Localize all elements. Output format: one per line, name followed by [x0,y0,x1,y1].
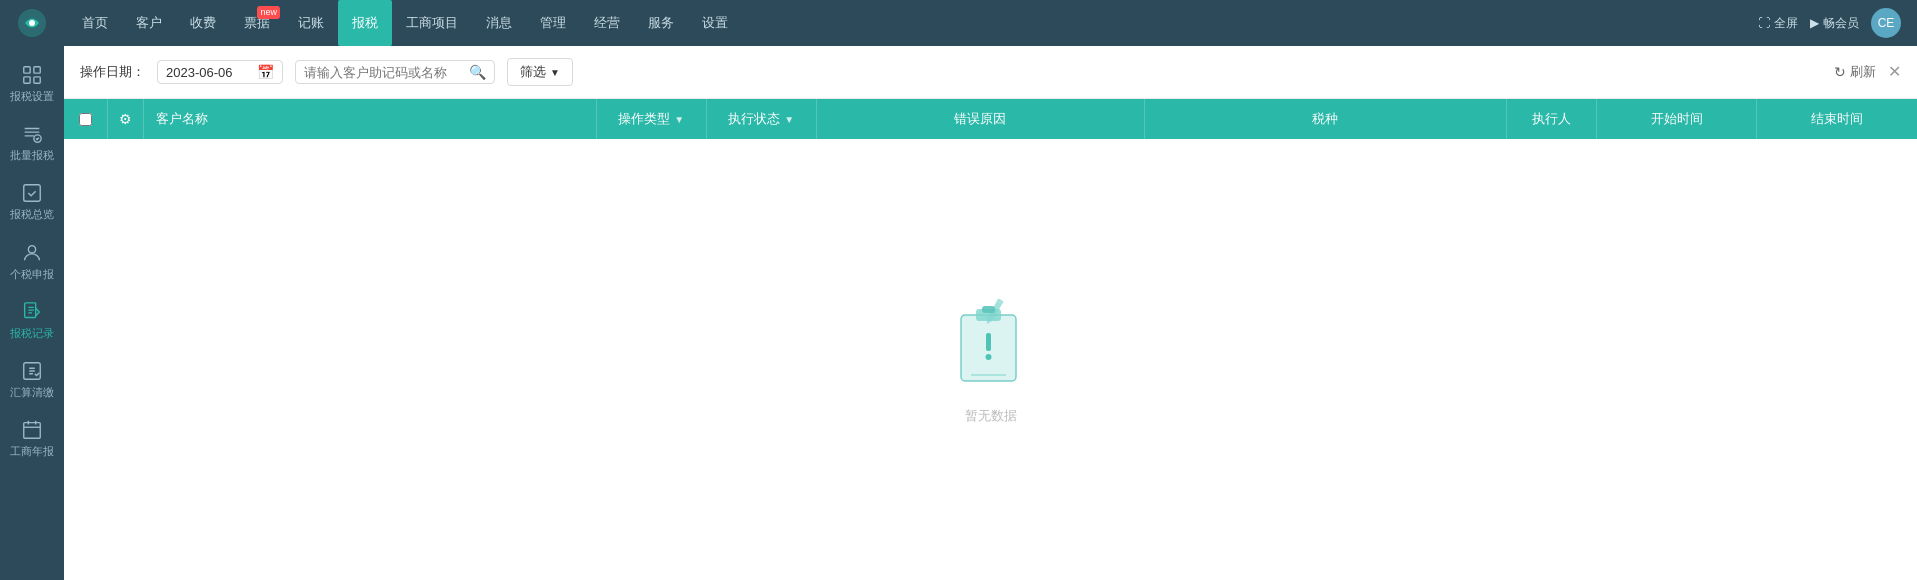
th-starttime: 开始时间 [1597,99,1757,139]
svg-rect-4 [24,77,30,83]
th-checkbox[interactable] [64,99,108,139]
th-gear[interactable]: ⚙ [108,99,144,139]
sidebar-item-baoshuishezhi[interactable]: 报税设置 [0,54,64,113]
th-client: 客户名称 [144,99,597,139]
nav-business[interactable]: 工商项目 [392,0,472,46]
gear-icon: ⚙ [119,111,132,127]
avatar[interactable]: CE [1871,8,1901,38]
fullscreen-icon: ⛶ [1758,16,1770,30]
nav-right: ⛶ 全屏 ▶ 畅会员 CE [1758,8,1901,38]
sort-icon-status: ▼ [784,114,794,125]
svg-rect-5 [34,77,40,83]
table-body: 暂无数据 [64,139,1917,580]
close-button[interactable]: ✕ [1888,64,1901,80]
filter-button[interactable]: 筛选 ▼ [507,58,573,86]
nav-settings[interactable]: 设置 [688,0,742,46]
new-badge: new [257,6,280,19]
sidebar: 报税设置 批量报税 报税总览 个税申报 [0,46,64,580]
sidebar-item-geshuishenbao[interactable]: 个税申报 [0,232,64,291]
select-all-checkbox[interactable] [79,113,92,126]
chevron-down-icon: ▼ [550,67,560,78]
svg-rect-18 [982,306,995,313]
nav-client[interactable]: 客户 [122,0,176,46]
toolbar-right: ↻ 刷新 ✕ [1834,63,1901,81]
search-icon[interactable]: 🔍 [469,64,486,80]
nav-bookkeeping[interactable]: 记账 [284,0,338,46]
sidebar-label-baoshuijilu: 报税记录 [10,327,54,340]
search-box[interactable]: 🔍 [295,60,495,84]
calendar-icon: 📅 [257,64,274,80]
date-input[interactable] [166,65,251,80]
member-button[interactable]: ▶ 畅会员 [1810,15,1859,32]
svg-rect-11 [24,423,41,439]
nav-charge[interactable]: 收费 [176,0,230,46]
nav-items: 首页 客户 收费 票据 new 记账 报税 工商项目 消息 管理 经营 服务 设… [68,0,1758,46]
sidebar-item-baoshuijilu[interactable]: 报税记录 [0,291,64,350]
th-executor: 执行人 [1507,99,1597,139]
svg-rect-19 [986,333,991,351]
video-icon: ▶ [1810,16,1819,30]
sidebar-item-gongshangnianbaao[interactable]: 工商年报 [0,409,64,468]
toolbar: 操作日期： 📅 🔍 筛选 ▼ ↻ 刷新 ✕ [64,46,1917,99]
empty-illustration [946,295,1036,395]
th-status[interactable]: 执行状态 ▼ [707,99,817,139]
nav-service[interactable]: 服务 [634,0,688,46]
nav-tax[interactable]: 报税 [338,0,392,46]
nav-manage[interactable]: 管理 [526,0,580,46]
sidebar-label-gongshangnianbaao: 工商年报 [10,445,54,458]
fullscreen-button[interactable]: ⛶ 全屏 [1758,15,1798,32]
search-input[interactable] [304,65,463,80]
main-layout: 报税设置 批量报税 报税总览 个税申报 [0,46,1917,580]
svg-point-1 [29,20,35,26]
sidebar-label-geshuishenbao: 个税申报 [10,268,54,281]
svg-point-8 [28,245,35,252]
nav-operation[interactable]: 经营 [580,0,634,46]
empty-text: 暂无数据 [965,407,1017,425]
sidebar-label-baoshuishezhi: 报税设置 [10,90,54,103]
nav-home[interactable]: 首页 [68,0,122,46]
table-header: ⚙ 客户名称 操作类型 ▼ 执行状态 ▼ 错误原因 税种 [64,99,1917,139]
th-optype[interactable]: 操作类型 ▼ [597,99,707,139]
th-endtime: 结束时间 [1757,99,1917,139]
nav-messages[interactable]: 消息 [472,0,526,46]
sidebar-label-piliangshuisui: 批量报税 [10,149,54,162]
empty-state: 暂无数据 [64,139,1917,580]
svg-rect-2 [24,67,30,73]
th-errorreason: 错误原因 [817,99,1145,139]
top-navigation: 首页 客户 收费 票据 new 记账 报税 工商项目 消息 管理 经营 服务 设… [0,0,1917,46]
date-label: 操作日期： [80,63,145,81]
sidebar-item-huasuanqingchu[interactable]: 汇算清缴 [0,350,64,409]
sort-icon-optype: ▼ [674,114,684,125]
sidebar-item-piliangshuisui[interactable]: 批量报税 [0,113,64,172]
svg-rect-3 [34,67,40,73]
th-taxtype: 税种 [1145,99,1507,139]
svg-point-20 [985,354,991,360]
sidebar-item-baoshuizonglan[interactable]: 报税总览 [0,172,64,231]
content-area: 操作日期： 📅 🔍 筛选 ▼ ↻ 刷新 ✕ [64,46,1917,580]
refresh-icon: ↻ [1834,64,1846,80]
nav-ticket[interactable]: 票据 new [230,0,284,46]
logo[interactable] [16,7,48,39]
refresh-button[interactable]: ↻ 刷新 [1834,63,1876,81]
table-container: ⚙ 客户名称 操作类型 ▼ 执行状态 ▼ 错误原因 税种 [64,99,1917,580]
date-picker[interactable]: 📅 [157,60,283,84]
sidebar-label-baoshuizonglan: 报税总览 [10,208,54,221]
svg-rect-7 [24,185,41,202]
sidebar-label-huasuanqingchu: 汇算清缴 [10,386,54,399]
